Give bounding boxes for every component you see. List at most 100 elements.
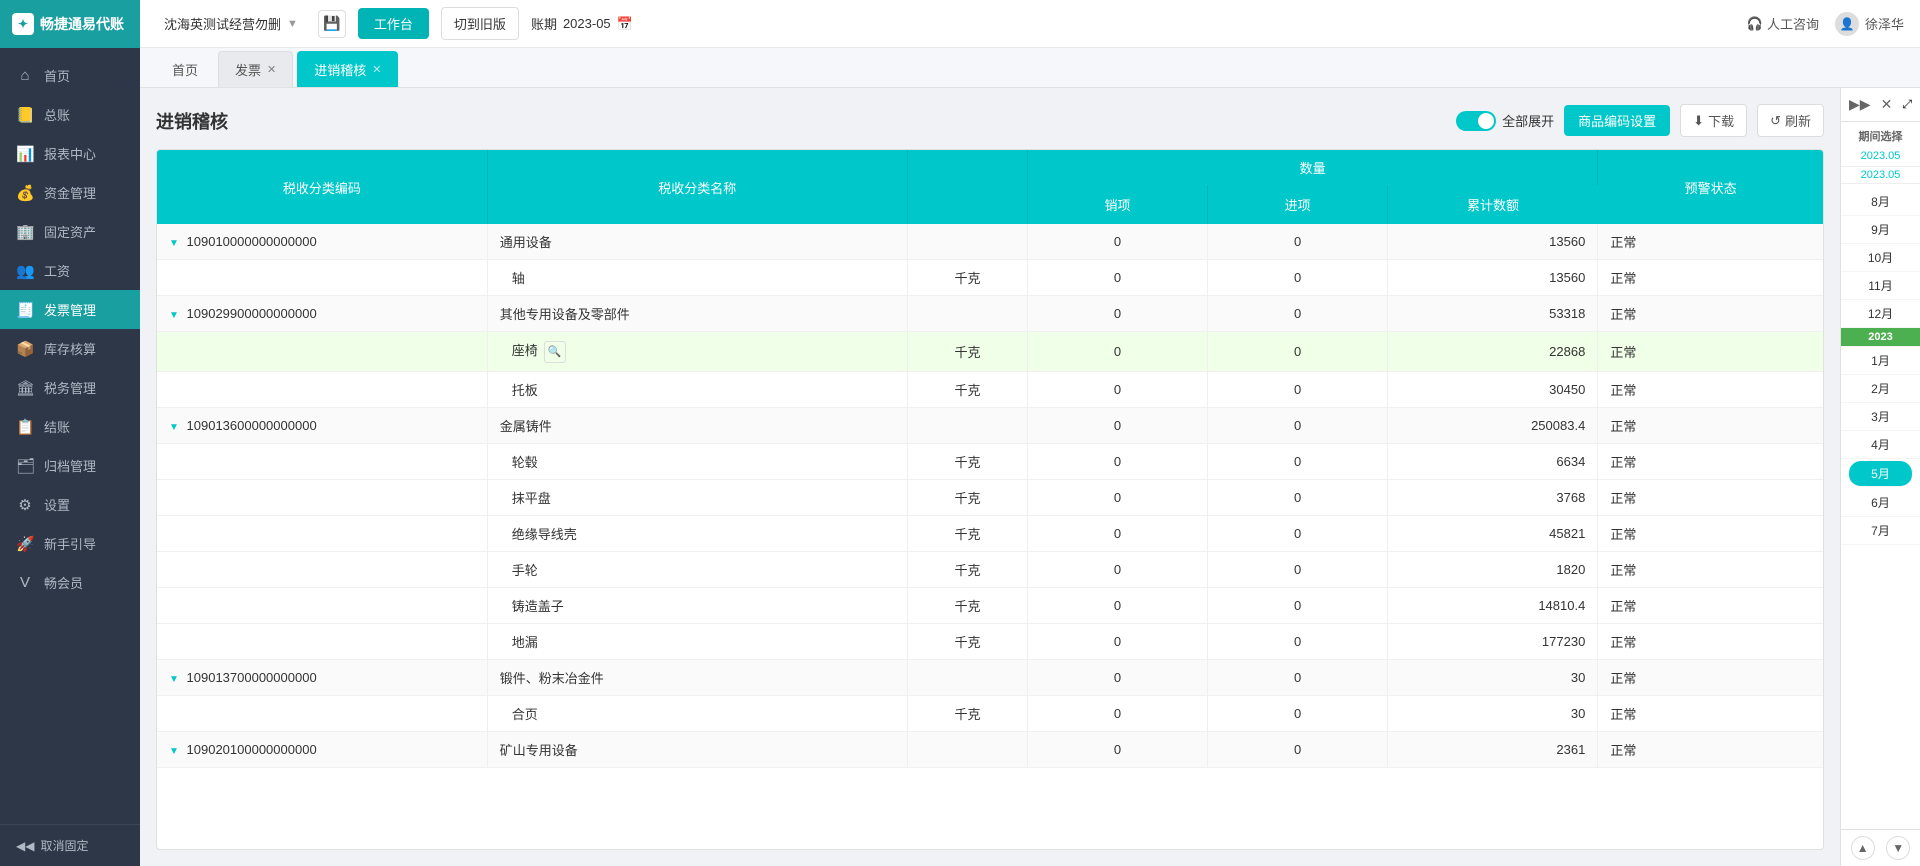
ledger-icon: 📒	[16, 106, 34, 124]
period-item-10[interactable]: 10月	[1841, 244, 1920, 272]
tab-invoice[interactable]: 发票 ✕	[218, 51, 293, 87]
sidebar-item-inventory[interactable]: 📦 库存核算	[0, 329, 140, 368]
main-area: 沈海英测试经营勿删 ▼ 💾 工作台 切到旧版 账期 2023-05 📅 🎧 人工…	[140, 0, 1920, 866]
sidebar-item-home[interactable]: ⌂ 首页	[0, 56, 140, 95]
td-unit: 千克	[907, 260, 1027, 296]
td-tax-code	[157, 551, 487, 587]
company-selector[interactable]: 沈海英测试经营勿删 ▼	[156, 10, 306, 37]
sidebar-item-fixed-assets[interactable]: 🏢 固定资产	[0, 212, 140, 251]
sidebar-item-reports[interactable]: 📊 报表中心	[0, 134, 140, 173]
toggle-switch[interactable]	[1456, 111, 1496, 131]
table-row: 合页 千克 0 0 30 正常	[157, 695, 1823, 731]
period-year-2023: 2023	[1841, 328, 1920, 347]
expand-icon[interactable]: ▼	[169, 674, 179, 685]
td-status: 正常	[1598, 587, 1823, 623]
refresh-button[interactable]: ↺ 刷新	[1757, 104, 1824, 137]
td-tax-code	[157, 515, 487, 551]
table-row: 座椅🔍 千克 0 0 22868 正常	[157, 332, 1823, 372]
table-row: 绝缘导线壳 千克 0 0 45821 正常	[157, 515, 1823, 551]
table-row: ▼ 109010000000000000 通用设备 0 0 13560 正常	[157, 224, 1823, 260]
reports-icon: 📊	[16, 145, 34, 163]
page-title: 进销稽核	[156, 108, 1456, 134]
tab-invoice-close[interactable]: ✕	[267, 63, 276, 76]
tab-reconcile-close[interactable]: ✕	[372, 63, 381, 76]
td-tax-code: ▼ 109010000000000000	[157, 224, 487, 260]
content-main: 进销稽核 全部展开 商品编码设置 ⬇ 下载 ↺ 刷新	[140, 88, 1840, 866]
tab-invoice-label: 发票	[235, 60, 261, 79]
td-purchase-qty: 0	[1208, 731, 1388, 767]
tax-code-value: 109020100000000000	[187, 742, 317, 757]
td-status: 正常	[1598, 260, 1823, 296]
tab-reconcile[interactable]: 进销稽核 ✕	[297, 51, 398, 87]
sidebar-unpin-button[interactable]: ◀◀ 取消固定	[0, 824, 140, 866]
toggle-expand-all[interactable]: 全部展开	[1456, 111, 1554, 131]
panel-expand-icon[interactable]: ▶▶	[1849, 96, 1871, 113]
period-label: 账期	[531, 14, 557, 33]
user-avatar-icon: 👤	[1835, 12, 1859, 36]
td-status: 正常	[1598, 371, 1823, 407]
download-button[interactable]: ⬇ 下载	[1680, 104, 1747, 137]
row-search-icon[interactable]: 🔍	[544, 341, 566, 363]
sidebar-item-settings[interactable]: ⚙ 设置	[0, 485, 140, 524]
sidebar-item-archive[interactable]: 🗂 归档管理	[0, 446, 140, 485]
td-tax-code	[157, 371, 487, 407]
td-tax-code: ▼ 109013700000000000	[157, 659, 487, 695]
oldver-button[interactable]: 切到旧版	[441, 7, 519, 40]
period-item-3[interactable]: 3月	[1841, 403, 1920, 431]
headset-icon: 🎧	[1747, 16, 1763, 32]
td-tax-name: 轮毂	[487, 443, 907, 479]
period-item-12[interactable]: 12月	[1841, 300, 1920, 328]
period-item-9[interactable]: 9月	[1841, 216, 1920, 244]
tab-home[interactable]: 首页	[156, 52, 214, 87]
period-item-5-active[interactable]: 5月	[1849, 461, 1912, 487]
expand-icon[interactable]: ▼	[169, 746, 179, 757]
user-name: 徐泽华	[1865, 14, 1904, 33]
content-area: 进销稽核 全部展开 商品编码设置 ⬇ 下载 ↺ 刷新	[140, 88, 1920, 866]
panel-close-button[interactable]: ✕	[1881, 96, 1893, 113]
tax-code-value: 109013600000000000	[187, 418, 317, 433]
support-button[interactable]: 🎧 人工咨询	[1747, 14, 1819, 33]
td-status: 正常	[1598, 224, 1823, 260]
expand-icon[interactable]: ▼	[169, 310, 179, 321]
td-total: 13560	[1388, 224, 1598, 260]
sidebar-item-label: 设置	[44, 495, 70, 514]
td-tax-code: ▼ 109020100000000000	[157, 731, 487, 767]
product-code-setting-button[interactable]: 商品编码设置	[1564, 105, 1670, 136]
topbar-right: 🎧 人工咨询 👤 徐泽华	[1747, 12, 1904, 36]
td-purchase-qty: 0	[1208, 587, 1388, 623]
period-item-11[interactable]: 11月	[1841, 272, 1920, 300]
sidebar-item-tax[interactable]: 🏛 税务管理	[0, 368, 140, 407]
sidebar-item-payroll[interactable]: 👥 工资	[0, 251, 140, 290]
period-next-button[interactable]: ▼	[1886, 836, 1910, 860]
refresh-label: 刷新	[1785, 111, 1811, 130]
save-icon: 💾	[323, 15, 340, 32]
user-menu[interactable]: 👤 徐泽华	[1835, 12, 1904, 36]
period-item-2[interactable]: 2月	[1841, 375, 1920, 403]
sidebar-item-ledger[interactable]: 📒 总账	[0, 95, 140, 134]
download-label: 下载	[1708, 111, 1734, 130]
period-item-7[interactable]: 7月	[1841, 517, 1920, 545]
sidebar-item-funds[interactable]: 💰 资金管理	[0, 173, 140, 212]
sidebar-item-guide[interactable]: 🚀 新手引导	[0, 524, 140, 563]
td-status: 正常	[1598, 332, 1823, 372]
sidebar-item-invoice[interactable]: 🧾 发票管理	[0, 290, 140, 329]
period-item-1[interactable]: 1月	[1841, 347, 1920, 375]
period-selector[interactable]: 账期 2023-05 📅	[531, 14, 633, 33]
app-name: 畅捷通易代账	[40, 14, 124, 34]
table-row: ▼ 109013600000000000 金属铸件 0 0 250083.4 正…	[157, 407, 1823, 443]
td-unit	[907, 731, 1027, 767]
period-item-6[interactable]: 6月	[1841, 489, 1920, 517]
td-tax-code: ▼ 109013600000000000	[157, 407, 487, 443]
td-purchase-qty: 0	[1208, 371, 1388, 407]
sidebar-item-settlement[interactable]: 📋 结账	[0, 407, 140, 446]
period-item-8[interactable]: 8月	[1841, 188, 1920, 216]
save-button[interactable]: 💾	[318, 10, 346, 38]
panel-fullscreen-icon[interactable]: ⤢	[1902, 97, 1912, 112]
expand-icon[interactable]: ▼	[169, 238, 179, 249]
period-prev-button[interactable]: ▲	[1851, 836, 1875, 860]
workbench-button[interactable]: 工作台	[358, 8, 429, 39]
period-item-4[interactable]: 4月	[1841, 431, 1920, 459]
th-total-qty: 累计数额	[1388, 185, 1598, 224]
sidebar-item-member[interactable]: V 畅会员	[0, 563, 140, 602]
expand-icon[interactable]: ▼	[169, 422, 179, 433]
